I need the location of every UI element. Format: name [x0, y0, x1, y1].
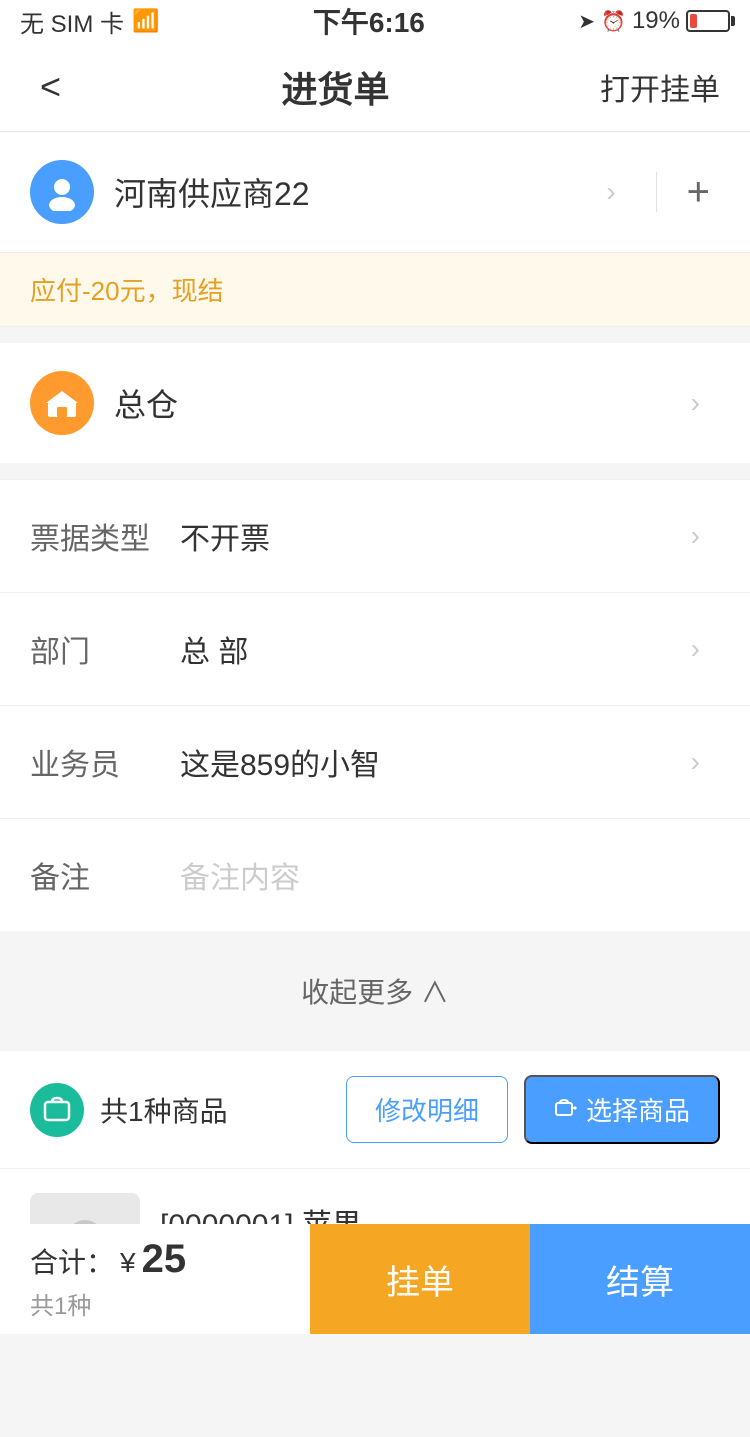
product-count: 共1种商品 — [100, 1090, 346, 1130]
status-bar: 无 SIM 卡 📶 下午6:16 ➤ ⏰ 19% — [0, 0, 750, 42]
edit-detail-button[interactable]: 修改明细 — [346, 1076, 508, 1143]
checkout-button[interactable]: 结算 — [530, 1224, 750, 1334]
supplier-row[interactable]: 河南供应商22 › + — [0, 132, 750, 253]
battery-fill — [690, 14, 697, 28]
remark-value[interactable]: 备注内容 — [160, 853, 720, 897]
add-supplier-button[interactable]: + — [677, 170, 720, 215]
bottom-spacer — [0, 1327, 750, 1437]
invoice-value: 不开票 — [160, 514, 691, 558]
wifi-icon: 📶 — [132, 8, 159, 34]
department-chevron-icon: › — [691, 633, 700, 665]
remark-row[interactable]: 备注 备注内容 — [0, 818, 750, 931]
salesman-value: 这是859的小智 — [160, 740, 691, 784]
warehouse-chevron-icon: › — [691, 387, 700, 419]
total-count: 共1种 — [30, 1286, 280, 1321]
bottom-bar: 合计： ¥ 25 共1种 挂单 结算 — [0, 1224, 750, 1334]
product-header: 共1种商品 修改明细 选择商品 — [0, 1051, 750, 1169]
total-label: 合计： ¥ 25 — [30, 1237, 280, 1282]
status-right: ➤ ⏰ 19% — [578, 7, 730, 35]
invoice-chevron-icon: › — [691, 520, 700, 552]
battery-percent: 19% — [632, 7, 680, 35]
back-button[interactable]: < — [30, 56, 71, 118]
department-value: 总 部 — [160, 627, 691, 671]
supplier-notice: 应付-20元，现结 — [0, 253, 750, 327]
total-section: 合计： ¥ 25 共1种 — [0, 1237, 310, 1321]
warehouse-row[interactable]: 总仓 › — [0, 343, 750, 463]
supplier-avatar — [30, 160, 94, 224]
open-hang-button[interactable]: 打开挂单 — [600, 65, 720, 109]
cart-icon — [41, 1094, 73, 1126]
product-header-icon — [30, 1083, 84, 1137]
location-icon: ➤ — [578, 9, 595, 34]
department-label: 部门 — [30, 627, 160, 671]
total-amount: 25 — [142, 1237, 187, 1282]
supplier-name: 河南供应商22 — [114, 169, 606, 215]
carrier-label: 无 SIM 卡 — [20, 4, 124, 39]
total-text: 合计： — [30, 1241, 114, 1281]
select-product-label: 选择商品 — [586, 1091, 690, 1128]
form-card: 票据类型 不开票 › 部门 总 部 › 业务员 这是859的小智 › 备注 备注… — [0, 479, 750, 931]
hang-button[interactable]: 挂单 — [310, 1224, 530, 1334]
total-symbol: ¥ — [120, 1247, 136, 1279]
avatar-icon — [43, 173, 81, 211]
supplier-card: 河南供应商22 › + 应付-20元，现结 — [0, 132, 750, 327]
vertical-divider — [656, 172, 657, 212]
invoice-label: 票据类型 — [30, 514, 160, 558]
salesman-chevron-icon: › — [691, 746, 700, 778]
warehouse-icon-wrap — [30, 371, 94, 435]
time-display: 下午6:16 — [313, 1, 425, 41]
select-cart-icon — [554, 1098, 578, 1122]
status-left: 无 SIM 卡 📶 — [20, 4, 159, 39]
page-title: 进货单 — [282, 61, 390, 113]
battery-icon — [686, 10, 730, 32]
warehouse-icon — [44, 385, 80, 421]
nav-bar: < 进货单 打开挂单 — [0, 42, 750, 132]
select-product-button[interactable]: 选择商品 — [524, 1075, 720, 1144]
department-row[interactable]: 部门 总 部 › — [0, 592, 750, 705]
warehouse-name: 总仓 — [114, 380, 691, 426]
alarm-icon: ⏰ — [601, 9, 626, 34]
invoice-row[interactable]: 票据类型 不开票 › — [0, 479, 750, 592]
remark-label: 备注 — [30, 853, 160, 897]
warehouse-card: 总仓 › — [0, 343, 750, 463]
collapse-button[interactable]: 收起更多 ∧ — [0, 947, 750, 1035]
salesman-row[interactable]: 业务员 这是859的小智 › — [0, 705, 750, 818]
chevron-right-icon: › — [606, 176, 615, 208]
salesman-label: 业务员 — [30, 740, 160, 784]
